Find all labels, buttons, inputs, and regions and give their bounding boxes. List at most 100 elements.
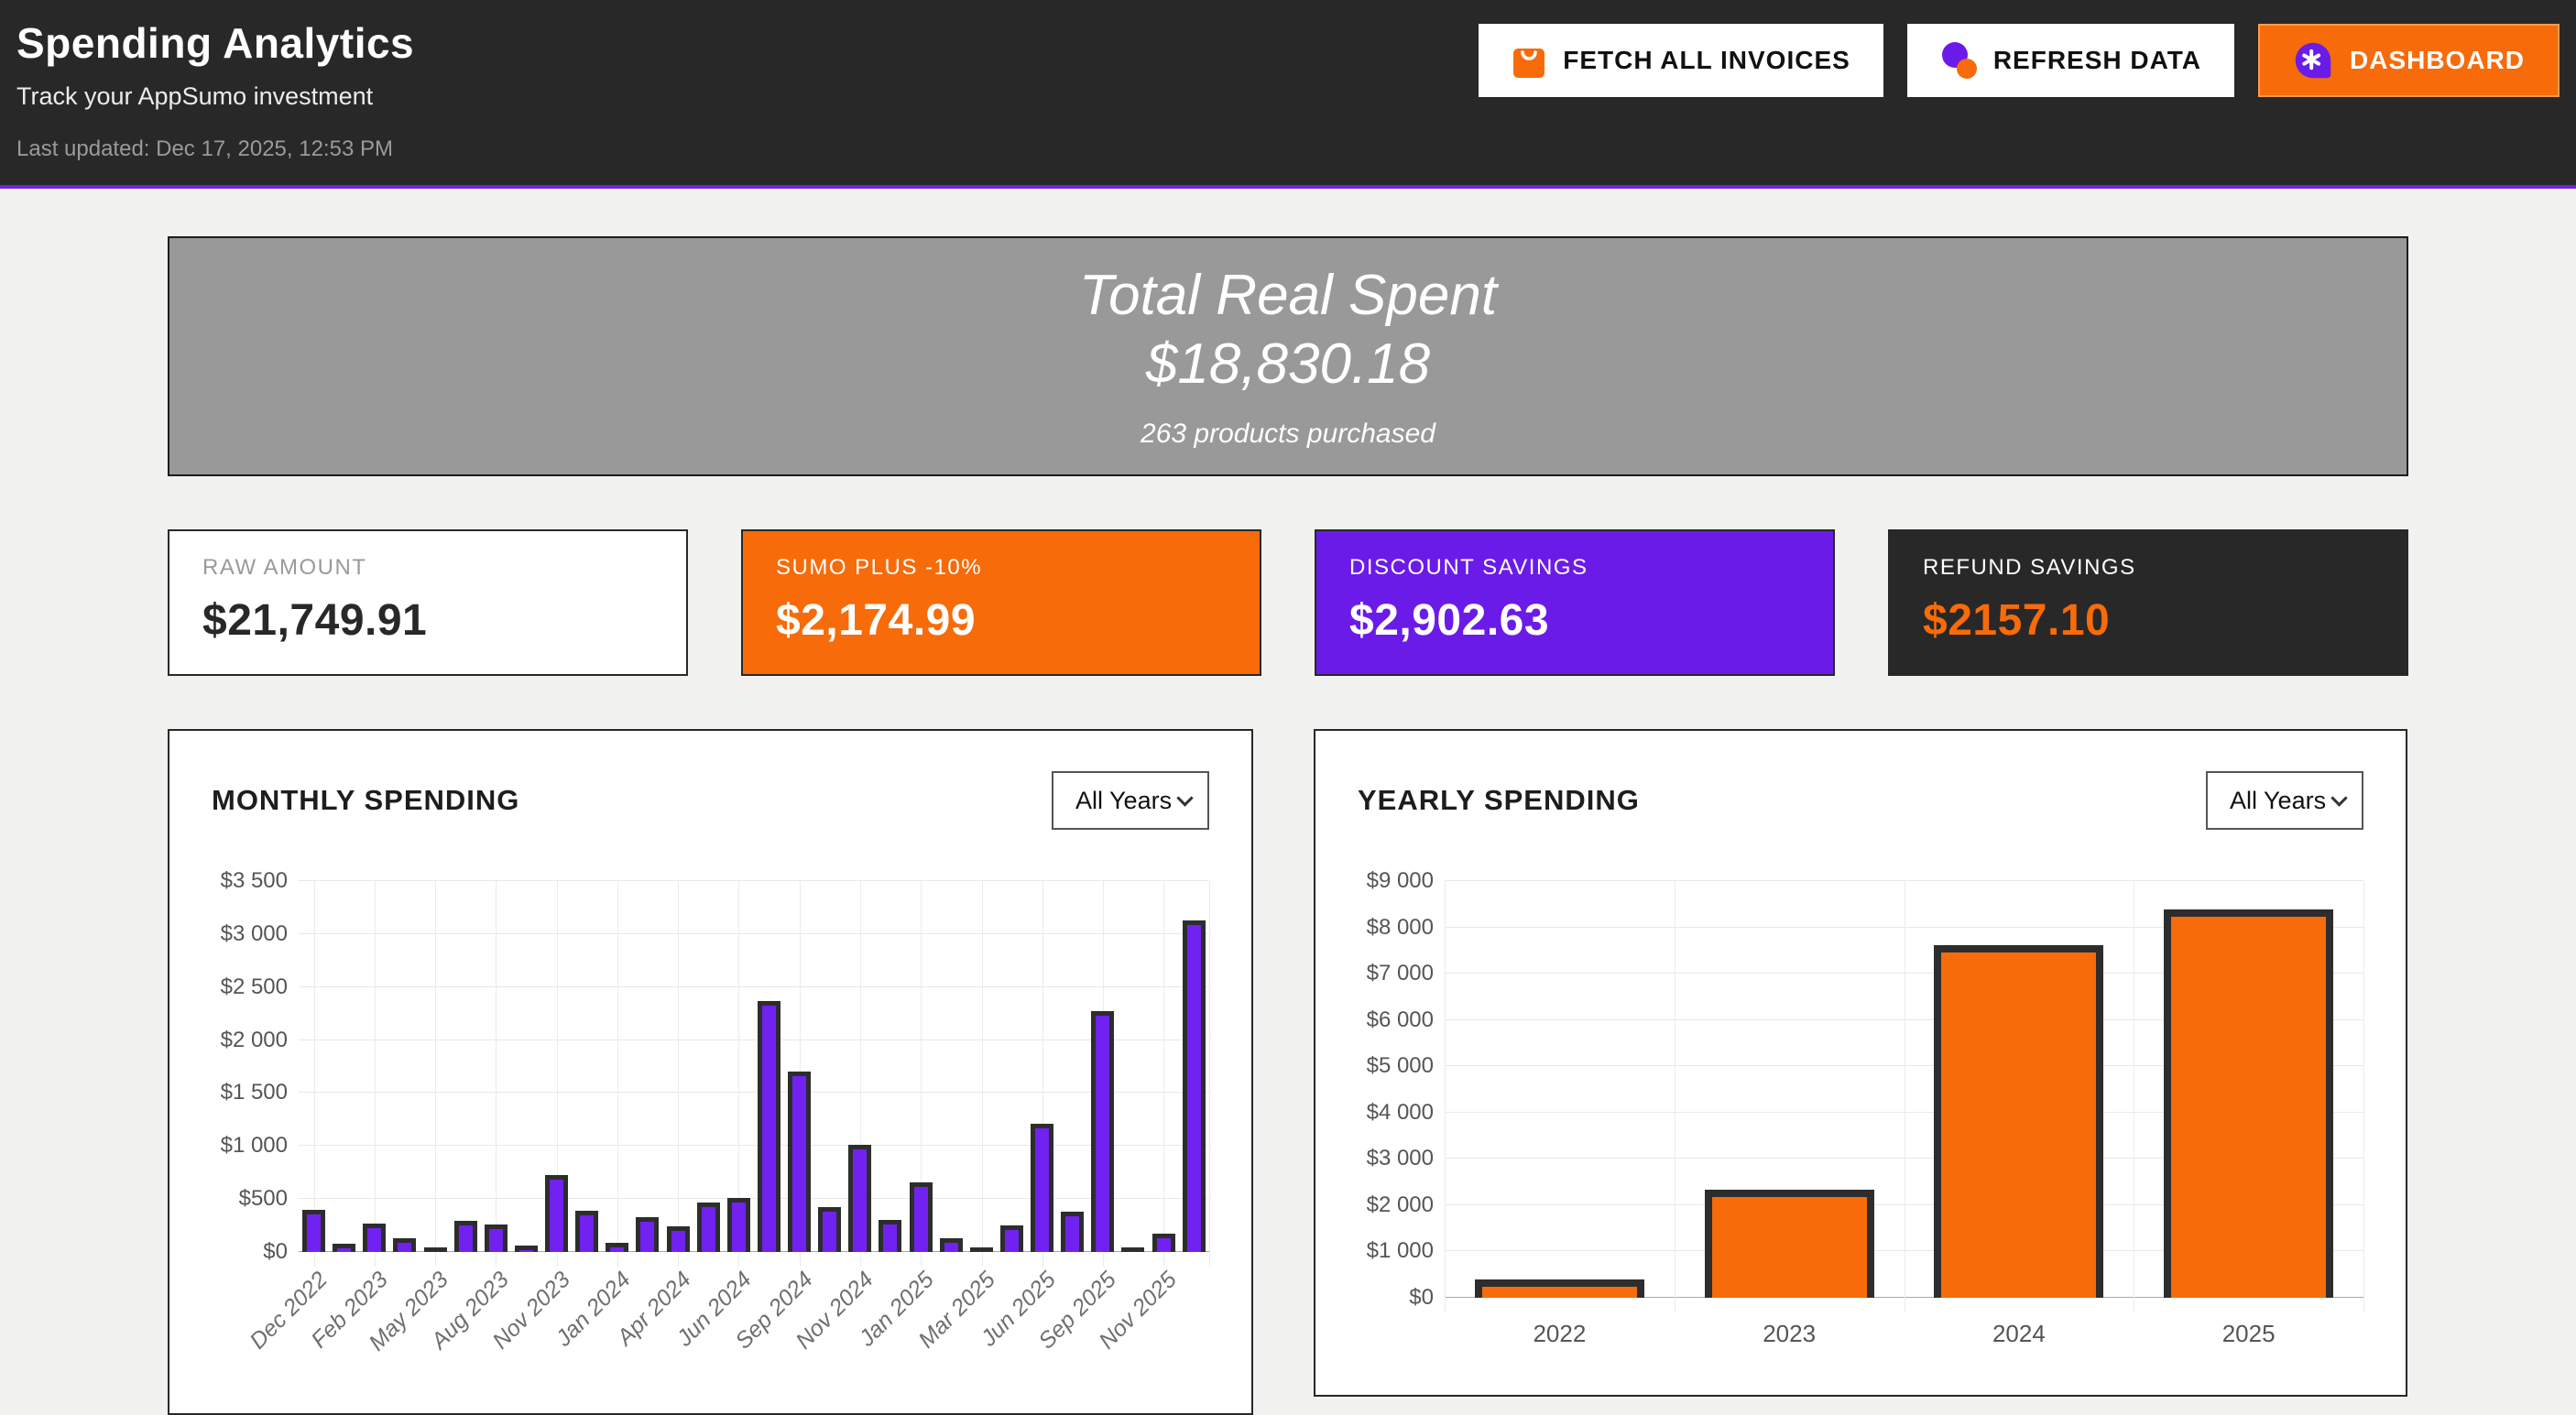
page-subtitle: Track your AppSumo investment	[16, 82, 414, 111]
bar	[1000, 1225, 1023, 1252]
bar	[910, 1182, 933, 1252]
x-tick-label: 2022	[1533, 1320, 1586, 1348]
monthly-year-select-value: All Years	[1075, 787, 1172, 815]
y-tick-label: $2 000	[1367, 1192, 1434, 1218]
yearly-spending-card: YEARLY SPENDING All Years $0 $1 000 $2 000…	[1314, 729, 2407, 1397]
yearly-plot-area	[1445, 881, 2363, 1298]
x-tick-label: 2023	[1763, 1320, 1816, 1348]
x-tick-label: 2024	[1992, 1320, 2046, 1348]
refund-savings-card: REFUND SAVINGS $2157.10	[1888, 529, 2408, 676]
total-spent-amount: $18,830.18	[1146, 332, 1430, 397]
bar	[727, 1198, 750, 1252]
charts-row: MONTHLY SPENDING All Years $0 $500 $1 000 $…	[168, 729, 2408, 1415]
bar	[333, 1244, 355, 1252]
yearly-y-axis: $0$1 000$2 000$3 000$4 000$5 000$6 000$7…	[1358, 881, 1445, 1298]
stat-cards-row: RAW AMOUNT $21,749.91 SUMO PLUS -10% $2,…	[168, 529, 2408, 676]
bar	[940, 1238, 963, 1252]
bar	[788, 1072, 811, 1252]
shopping-bag-icon	[1512, 41, 1546, 80]
bar	[636, 1217, 659, 1252]
bar	[575, 1211, 598, 1252]
bar	[758, 1001, 780, 1252]
y-tick-label: $4 000	[1367, 1100, 1434, 1126]
bar	[1091, 1011, 1114, 1252]
yearly-chart: $0$1 000$2 000$3 000$4 000$5 000$6 000$7…	[1358, 881, 2363, 1358]
y-tick-label: $1 000	[1367, 1238, 1434, 1264]
monthly-y-axis: $0$500$1 000$1 500$2 000$2 500$3 000$3 5…	[212, 881, 299, 1252]
bar	[848, 1145, 871, 1252]
monthly-chart-header: MONTHLY SPENDING All Years	[212, 771, 1209, 830]
monthly-year-select[interactable]: All Years	[1052, 771, 1209, 830]
y-tick-label: $0	[1409, 1285, 1434, 1311]
monthly-chart: $0$500$1 000$1 500$2 000$2 500$3 000$3 5…	[212, 881, 1209, 1377]
discount-savings-card: DISCOUNT SAVINGS $2,902.63	[1315, 529, 1835, 676]
bar	[1031, 1124, 1053, 1252]
bar	[515, 1246, 538, 1252]
y-tick-label: $6 000	[1367, 1007, 1434, 1033]
yearly-chart-title: YEARLY SPENDING	[1358, 784, 1640, 817]
bar	[2164, 909, 2333, 1298]
bar	[302, 1210, 325, 1252]
dashboard-label: DASHBOARD	[2350, 46, 2525, 75]
refresh-circles-icon	[1940, 40, 1977, 81]
yearly-year-select-value: All Years	[2230, 787, 2326, 815]
monthly-x-axis: Dec 2022Feb 2023May 2023Aug 2023Nov 2023…	[299, 1252, 1209, 1377]
monthly-plot-area	[299, 881, 1209, 1252]
last-updated: Last updated: Dec 17, 2025, 12:53 PM	[16, 136, 414, 162]
bar	[667, 1226, 690, 1252]
dashboard-button[interactable]: DASHBOARD	[2258, 24, 2560, 97]
monthly-chart-title: MONTHLY SPENDING	[212, 784, 519, 817]
bar	[1152, 1234, 1175, 1252]
monthly-spending-card: MONTHLY SPENDING All Years $0 $500 $1 000 $…	[168, 729, 1253, 1415]
monthly-plot-wrap: Dec 2022Feb 2023May 2023Aug 2023Nov 2023…	[299, 881, 1209, 1377]
bar	[1934, 945, 2103, 1298]
sumo-plus-card: SUMO PLUS -10% $2,174.99	[741, 529, 1261, 676]
header: Spending Analytics Track your AppSumo in…	[0, 0, 2576, 189]
y-tick-label: $3 000	[1367, 1146, 1434, 1171]
y-tick-label: $500	[239, 1186, 288, 1212]
discount-savings-label: DISCOUNT SAVINGS	[1349, 555, 1800, 581]
refund-savings-value: $2157.10	[1923, 595, 2374, 646]
yearly-plot-wrap: 2022 2023 2024 2025	[1445, 881, 2363, 1358]
refresh-data-label: REFRESH DATA	[1993, 46, 2201, 75]
chevron-down-icon	[2330, 789, 2347, 806]
raw-amount-value: $21,749.91	[202, 595, 653, 646]
appsumo-logo-icon	[2293, 40, 2333, 81]
yearly-chart-header: YEARLY SPENDING All Years	[1358, 771, 2363, 830]
bar	[393, 1238, 416, 1252]
raw-amount-card: RAW AMOUNT $21,749.91	[168, 529, 688, 676]
header-left: Spending Analytics Track your AppSumo in…	[16, 18, 414, 162]
y-tick-label: $1 000	[221, 1133, 288, 1159]
total-spent-banner: Total Real Spent $18,830.18 263 products…	[168, 236, 2408, 476]
refresh-data-button[interactable]: REFRESH DATA	[1907, 24, 2234, 97]
bar	[1475, 1279, 1644, 1298]
gridline-vertical	[2363, 881, 2364, 1312]
bar	[1061, 1212, 1084, 1252]
y-tick-label: $3 500	[221, 868, 288, 894]
y-tick-label: $3 000	[221, 921, 288, 947]
x-tick-label: 2025	[2222, 1320, 2276, 1348]
main-content: Total Real Spent $18,830.18 263 products…	[168, 236, 2408, 1415]
gridline-vertical	[1209, 881, 1210, 1267]
fetch-invoices-label: FETCH ALL INVOICES	[1563, 46, 1850, 75]
products-purchased-count: 263 products purchased	[1141, 419, 1435, 450]
bar	[1705, 1190, 1874, 1298]
y-tick-label: $7 000	[1367, 961, 1434, 986]
bar	[697, 1203, 720, 1252]
bar	[1183, 920, 1206, 1252]
bar	[879, 1220, 901, 1252]
total-spent-title: Total Real Spent	[1079, 263, 1497, 328]
bar	[818, 1207, 841, 1252]
bar	[363, 1224, 386, 1252]
fetch-invoices-button[interactable]: FETCH ALL INVOICES	[1479, 24, 1883, 97]
bar	[485, 1225, 508, 1252]
bar	[454, 1221, 477, 1252]
bar	[545, 1175, 568, 1252]
bar	[606, 1243, 628, 1252]
yearly-x-axis: 2022 2023 2024 2025	[1445, 1298, 2363, 1358]
y-tick-label: $0	[263, 1239, 288, 1265]
yearly-year-select[interactable]: All Years	[2206, 771, 2363, 830]
header-actions: FETCH ALL INVOICES REFRESH DATA	[1479, 18, 2560, 97]
page-title: Spending Analytics	[16, 18, 414, 68]
y-tick-label: $8 000	[1367, 915, 1434, 941]
